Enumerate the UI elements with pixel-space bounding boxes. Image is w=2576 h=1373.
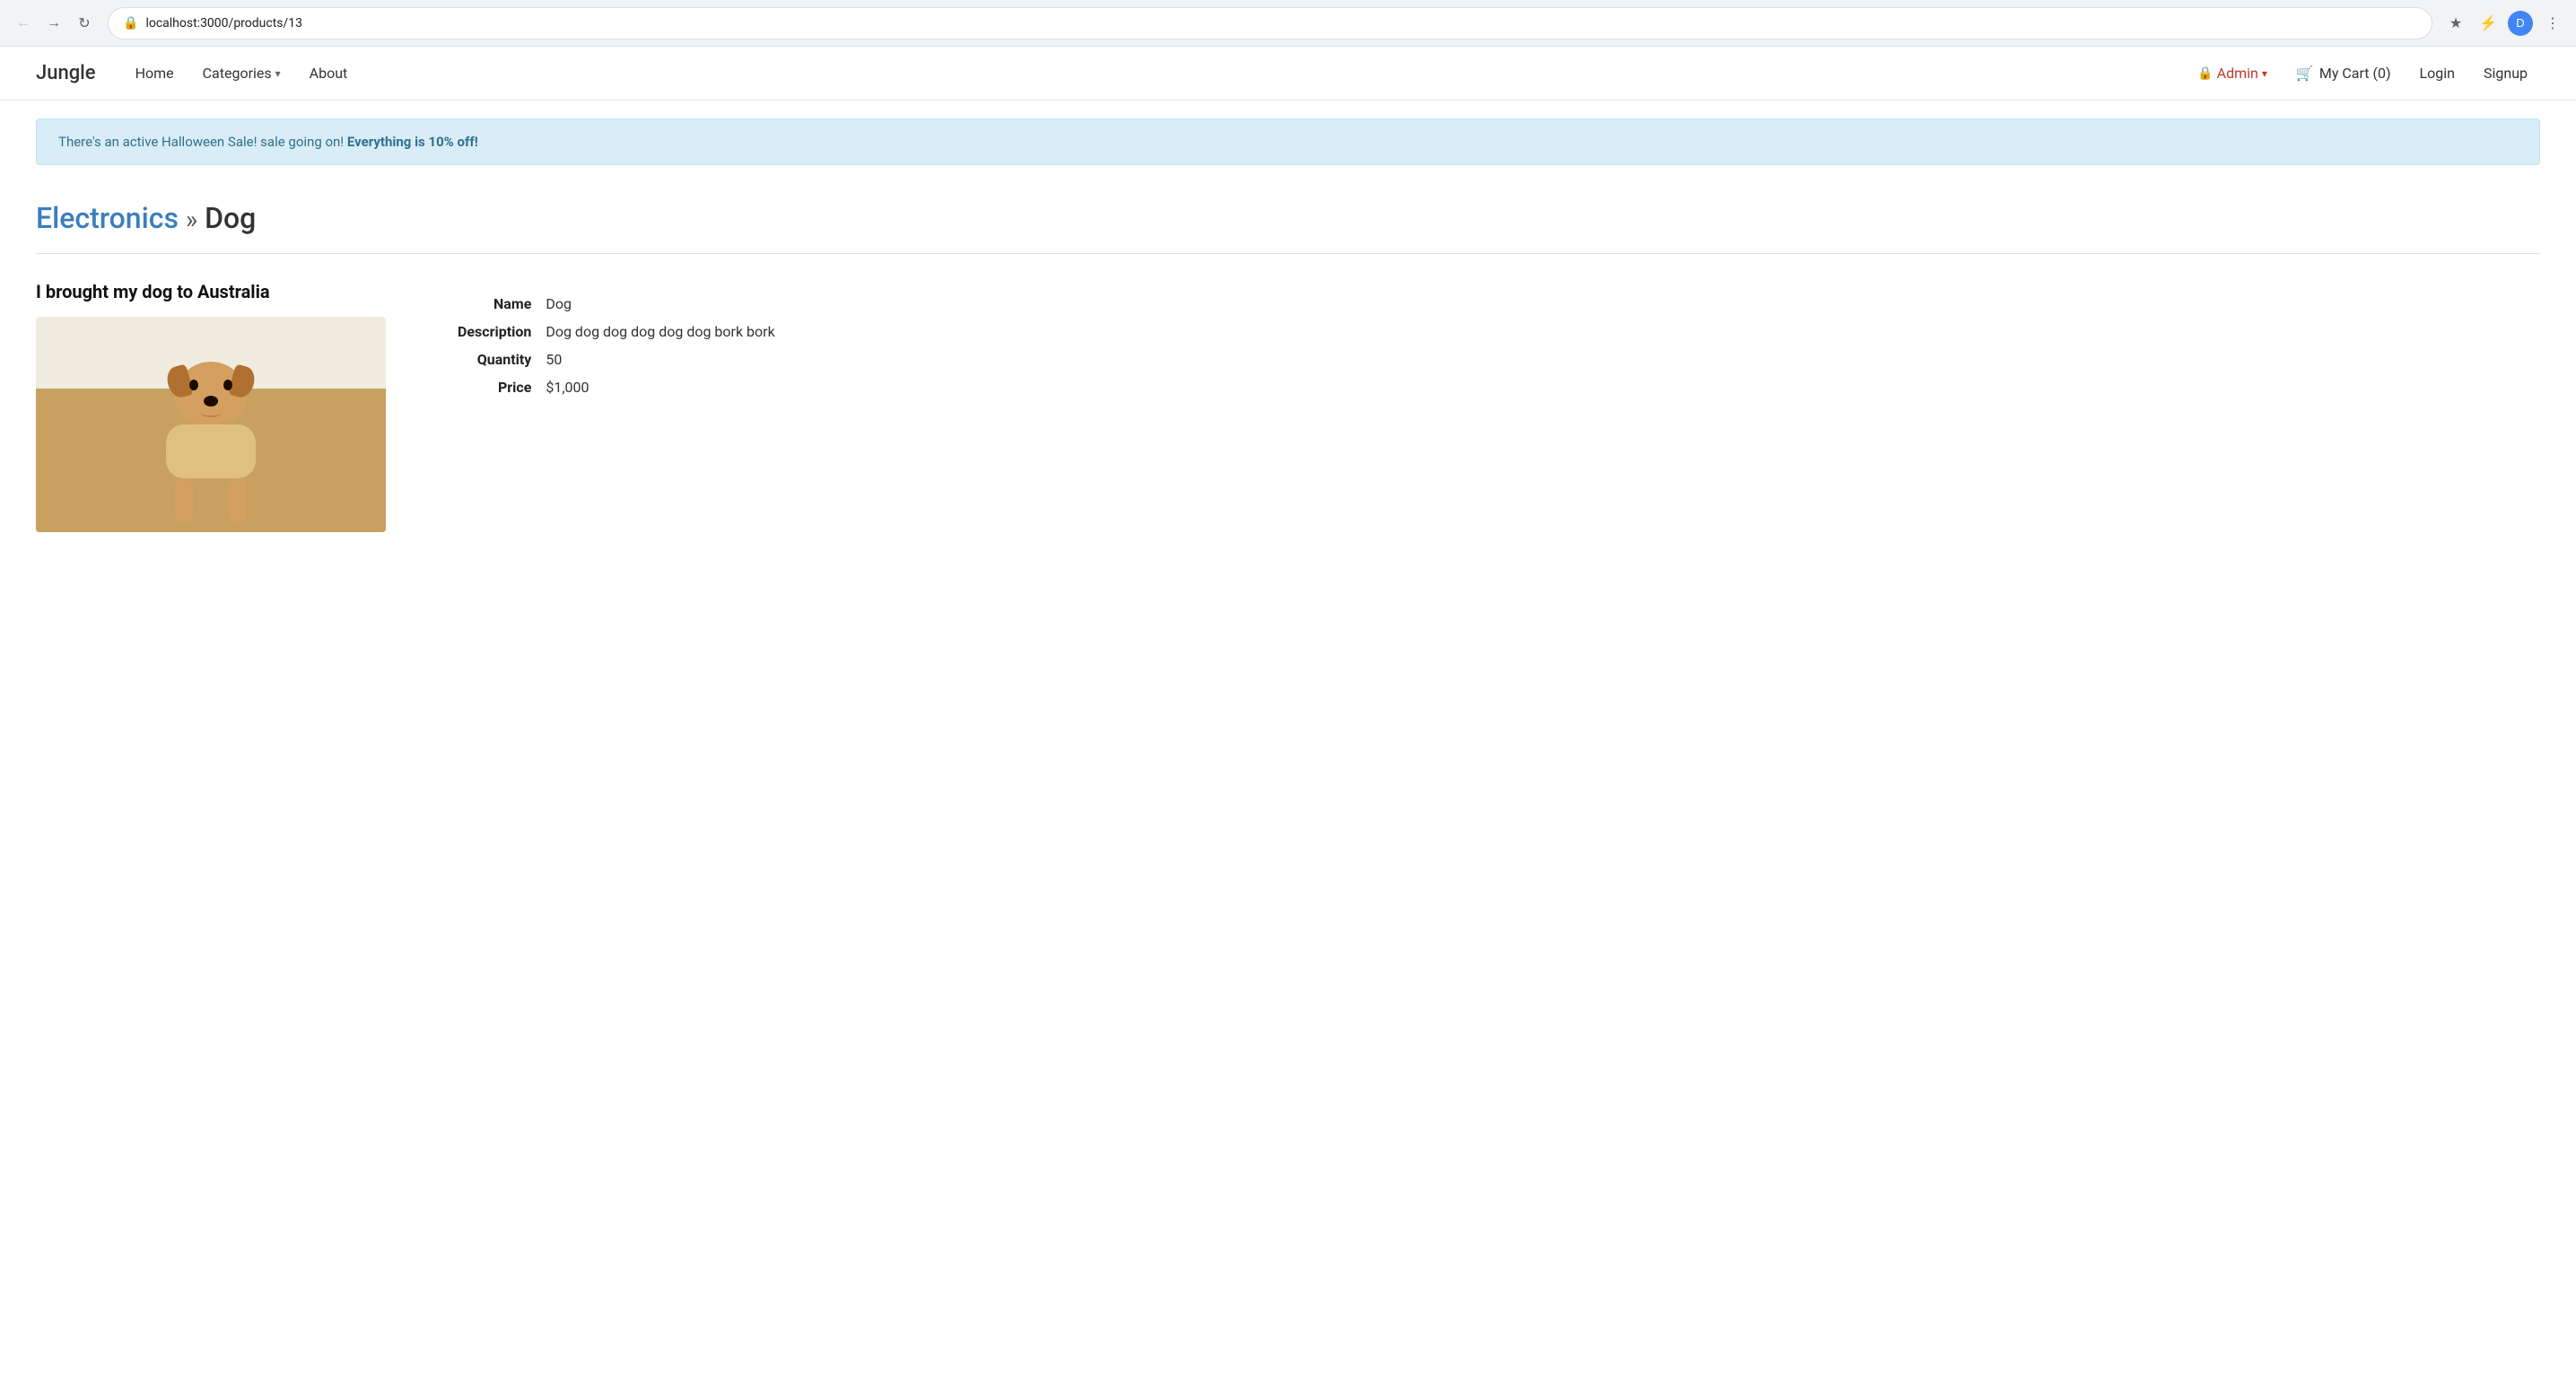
dog-figure [157, 362, 265, 523]
home-link[interactable]: Home [123, 57, 187, 89]
breadcrumb-category[interactable]: Electronics [36, 201, 179, 235]
bookmark-button[interactable]: ★ [2443, 11, 2468, 36]
alert-text-normal: There's an active Halloween Sale! sale g… [58, 134, 347, 150]
breadcrumb: Electronics» Dog [36, 201, 2540, 235]
cart-label: My Cart (0) [2319, 65, 2391, 82]
back-button[interactable]: ← [11, 11, 36, 36]
product-image-section: I brought my dog to Australia [36, 281, 386, 532]
cart-link[interactable]: 🛒 My Cart (0) [2283, 57, 2404, 89]
navbar: Jungle Home Categories About 🔒 Admin 🛒 M… [0, 47, 2576, 101]
url-text: localhost:3000/products/13 [145, 16, 302, 31]
description-label: Description [458, 318, 546, 345]
nav-links: Home Categories About [123, 57, 2186, 89]
dog-leg-left [175, 478, 193, 523]
divider [36, 253, 2540, 254]
admin-lock-icon: 🔒 [2197, 66, 2213, 81]
product-details: Name Dog Description Dog dog dog dog dog… [458, 281, 2540, 401]
dog-leg-right [229, 478, 247, 523]
product-image [36, 317, 386, 532]
quantity-label: Quantity [458, 345, 546, 373]
product-layout: I brought my dog to Australia [36, 281, 2540, 532]
forward-button[interactable]: → [41, 11, 66, 36]
brand-link[interactable]: Jungle [36, 62, 96, 84]
profile-button[interactable]: D [2508, 11, 2533, 36]
about-link[interactable]: About [297, 57, 361, 89]
dog-nose [204, 396, 218, 407]
breadcrumb-separator: » [186, 205, 197, 234]
price-label: Price [458, 373, 546, 401]
dog-mouth [200, 408, 222, 417]
quantity-value: 50 [546, 345, 785, 373]
product-title: I brought my dog to Australia [36, 281, 386, 302]
navbar-right: 🔒 Admin 🛒 My Cart (0) Login Signup [2185, 57, 2540, 89]
address-bar[interactable]: 🔒 localhost:3000/products/13 [108, 7, 2432, 39]
alert-banner: There's an active Halloween Sale! sale g… [36, 118, 2540, 165]
description-value: Dog dog dog dog dog dog bork bork [546, 318, 785, 345]
product-info-table: Name Dog Description Dog dog dog dog dog… [458, 290, 786, 401]
admin-label: Admin [2217, 65, 2258, 82]
dog-head [175, 362, 247, 424]
name-label: Name [458, 290, 546, 318]
price-row: Price $1,000 [458, 373, 786, 401]
dog-eye-left [189, 380, 198, 390]
breadcrumb-product: Dog [205, 201, 256, 235]
dog-legs [157, 478, 265, 523]
description-row: Description Dog dog dog dog dog dog bork… [458, 318, 786, 345]
alert-text-bold: Everything is 10% off! [347, 134, 478, 150]
browser-controls: ← → ↻ [11, 11, 97, 36]
quantity-row: Quantity 50 [458, 345, 786, 373]
reload-button[interactable]: ↻ [72, 11, 97, 36]
signup-link[interactable]: Signup [2471, 57, 2540, 89]
browser-chrome: ← → ↻ 🔒 localhost:3000/products/13 ★ ⚡ D… [0, 0, 2576, 47]
cart-icon: 🛒 [2296, 65, 2314, 82]
name-value: Dog [546, 290, 785, 318]
name-row: Name Dog [458, 290, 786, 318]
menu-button[interactable]: ⋮ [2540, 11, 2565, 36]
categories-link[interactable]: Categories [190, 57, 293, 89]
browser-actions: ★ ⚡ D ⋮ [2443, 11, 2565, 36]
dog-torso [166, 424, 256, 478]
extensions-button[interactable]: ⚡ [2476, 11, 2501, 36]
main-content: Electronics» Dog I brought my dog to Aust… [0, 183, 2576, 550]
price-value: $1,000 [546, 373, 785, 401]
dog-ear-right [228, 363, 258, 399]
dog-eye-right [223, 380, 232, 390]
admin-link[interactable]: 🔒 Admin [2185, 57, 2280, 89]
lock-icon: 🔒 [123, 16, 138, 31]
login-link[interactable]: Login [2407, 57, 2467, 89]
